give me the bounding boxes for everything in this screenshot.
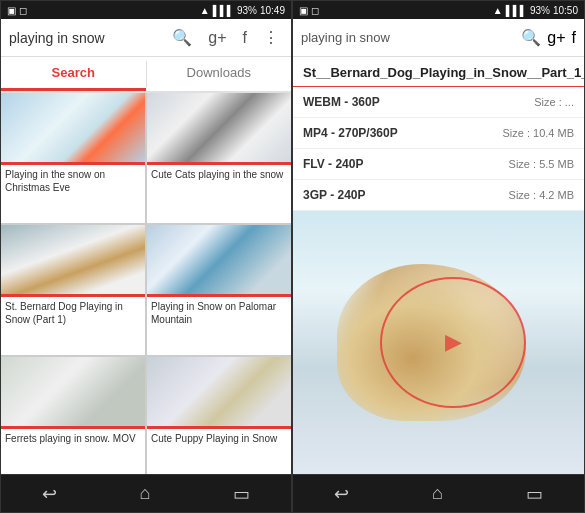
more-options-icon[interactable]: ⋮ xyxy=(259,26,283,49)
format-label-mp4: MP4 - 270P/360P xyxy=(303,126,398,140)
right-wifi-icon: ▲ xyxy=(493,5,503,16)
video-thumb-5 xyxy=(1,357,145,429)
right-status-bar: ▣ ◻ ▲ ▌▌▌ 93% 10:50 xyxy=(293,1,584,19)
progress-bar-6 xyxy=(147,426,291,429)
right-gplus-icon[interactable]: g+ xyxy=(547,29,565,47)
tab-search[interactable]: Search xyxy=(1,57,146,91)
play-icon: ▶ xyxy=(445,329,462,355)
format-size-mp4: Size : 10.4 MB xyxy=(502,127,574,139)
video-title-3: St. Bernard Dog Playing in Snow (Part 1) xyxy=(1,297,145,330)
format-label-flv: FLV - 240P xyxy=(303,157,363,171)
left-top-bar: playing in snow 🔍 g+ f ⋮ xyxy=(1,19,291,57)
right-recent-button[interactable]: ▭ xyxy=(514,479,555,509)
list-item[interactable]: Cute Cats playing in the snow xyxy=(147,93,291,223)
left-status-right: ▲ ▌▌▌ 93% 10:49 xyxy=(200,5,285,16)
tab-downloads[interactable]: Downloads xyxy=(147,57,292,91)
list-item[interactable]: Playing in the snow on Christmas Eve xyxy=(1,93,145,223)
right-status-icons: ▣ ◻ xyxy=(299,5,319,16)
right-battery-icon: 93% xyxy=(530,5,550,16)
progress-bar-3 xyxy=(1,294,145,297)
wifi-icon: ▲ xyxy=(200,5,210,16)
preview-image: ▶ xyxy=(293,211,584,474)
gplus-icon[interactable]: g+ xyxy=(204,27,230,49)
circle-overlay: ▶ xyxy=(380,277,526,409)
search-icon[interactable]: 🔍 xyxy=(168,26,196,49)
list-item[interactable]: Playing in Snow on Palomar Mountain xyxy=(147,225,291,355)
right-bottom-nav: ↩ ⌂ ▭ xyxy=(293,474,584,512)
list-item[interactable]: St. Bernard Dog Playing in Snow (Part 1) xyxy=(1,225,145,355)
video-thumb-4 xyxy=(147,225,291,297)
right-phone: ▣ ◻ ▲ ▌▌▌ 93% 10:50 playing in snow 🔍 g+… xyxy=(292,0,585,513)
list-item[interactable]: Cute Puppy Playing in Snow xyxy=(147,357,291,474)
signal-icon: ◻ xyxy=(19,5,27,16)
format-label-3gp: 3GP - 240P xyxy=(303,188,365,202)
right-signal-strength-icon: ▌▌▌ xyxy=(506,5,527,16)
list-item[interactable]: WEBM - 360P Size : ... xyxy=(293,87,584,118)
progress-bar-4 xyxy=(147,294,291,297)
left-status-icons: ▣ ◻ xyxy=(7,5,27,16)
battery-icon: 93% xyxy=(237,5,257,16)
list-item[interactable]: MP4 - 270P/360P Size : 10.4 MB xyxy=(293,118,584,149)
progress-bar-2 xyxy=(147,162,291,165)
right-search-icon[interactable]: 🔍 xyxy=(521,28,541,47)
video-title-5: Ferrets playing in snow. MOV xyxy=(1,429,145,449)
left-status-bar: ▣ ◻ ▲ ▌▌▌ 93% 10:49 xyxy=(1,1,291,19)
video-thumb-2 xyxy=(147,93,291,165)
facebook-icon[interactable]: f xyxy=(239,27,251,49)
back-button[interactable]: ↩ xyxy=(30,479,69,509)
list-item[interactable]: 3GP - 240P Size : 4.2 MB xyxy=(293,180,584,211)
right-search-query: playing in snow xyxy=(301,30,515,45)
left-time: 10:49 xyxy=(260,5,285,16)
right-facebook-icon[interactable]: f xyxy=(572,29,576,47)
left-bottom-nav: ↩ ⌂ ▭ xyxy=(1,474,291,512)
left-search-query: playing in snow xyxy=(9,30,160,46)
format-list: WEBM - 360P Size : ... MP4 - 270P/360P S… xyxy=(293,87,584,211)
right-top-bar: playing in snow 🔍 g+ f xyxy=(293,19,584,57)
file-title: St__Bernard_Dog_Playing_in_Snow__Part_1_ xyxy=(293,57,584,87)
video-title-2: Cute Cats playing in the snow xyxy=(147,165,291,185)
list-item[interactable]: Ferrets playing in snow. MOV xyxy=(1,357,145,474)
home-button[interactable]: ⌂ xyxy=(128,479,163,508)
video-thumb-6 xyxy=(147,357,291,429)
progress-bar-5 xyxy=(1,426,145,429)
right-home-button[interactable]: ⌂ xyxy=(420,479,455,508)
right-signal-icon: ◻ xyxy=(311,5,319,16)
signal-strength-icon: ▌▌▌ xyxy=(213,5,234,16)
list-item[interactable]: FLV - 240P Size : 5.5 MB xyxy=(293,149,584,180)
video-title-1: Playing in the snow on Christmas Eve xyxy=(1,165,145,198)
right-back-button[interactable]: ↩ xyxy=(322,479,361,509)
right-time: 10:50 xyxy=(553,5,578,16)
recent-button[interactable]: ▭ xyxy=(221,479,262,509)
left-phone: ▣ ◻ ▲ ▌▌▌ 93% 10:49 playing in snow 🔍 g+… xyxy=(0,0,292,513)
format-size-flv: Size : 5.5 MB xyxy=(509,158,574,170)
android-icon: ▣ xyxy=(7,5,16,16)
video-preview[interactable]: ▶ xyxy=(293,211,584,474)
right-status-right: ▲ ▌▌▌ 93% 10:50 xyxy=(493,5,578,16)
video-title-6: Cute Puppy Playing in Snow xyxy=(147,429,291,449)
format-size-webm: Size : ... xyxy=(534,96,574,108)
progress-bar-1 xyxy=(1,162,145,165)
right-android-icon: ▣ xyxy=(299,5,308,16)
video-grid: Playing in the snow on Christmas Eve Cut… xyxy=(1,93,291,474)
format-size-3gp: Size : 4.2 MB xyxy=(509,189,574,201)
video-thumb-1 xyxy=(1,93,145,165)
download-panel: St__Bernard_Dog_Playing_in_Snow__Part_1_… xyxy=(293,57,584,474)
format-label-webm: WEBM - 360P xyxy=(303,95,380,109)
tabs-row: Search Downloads xyxy=(1,57,291,93)
video-title-4: Playing in Snow on Palomar Mountain xyxy=(147,297,291,330)
video-thumb-3 xyxy=(1,225,145,297)
